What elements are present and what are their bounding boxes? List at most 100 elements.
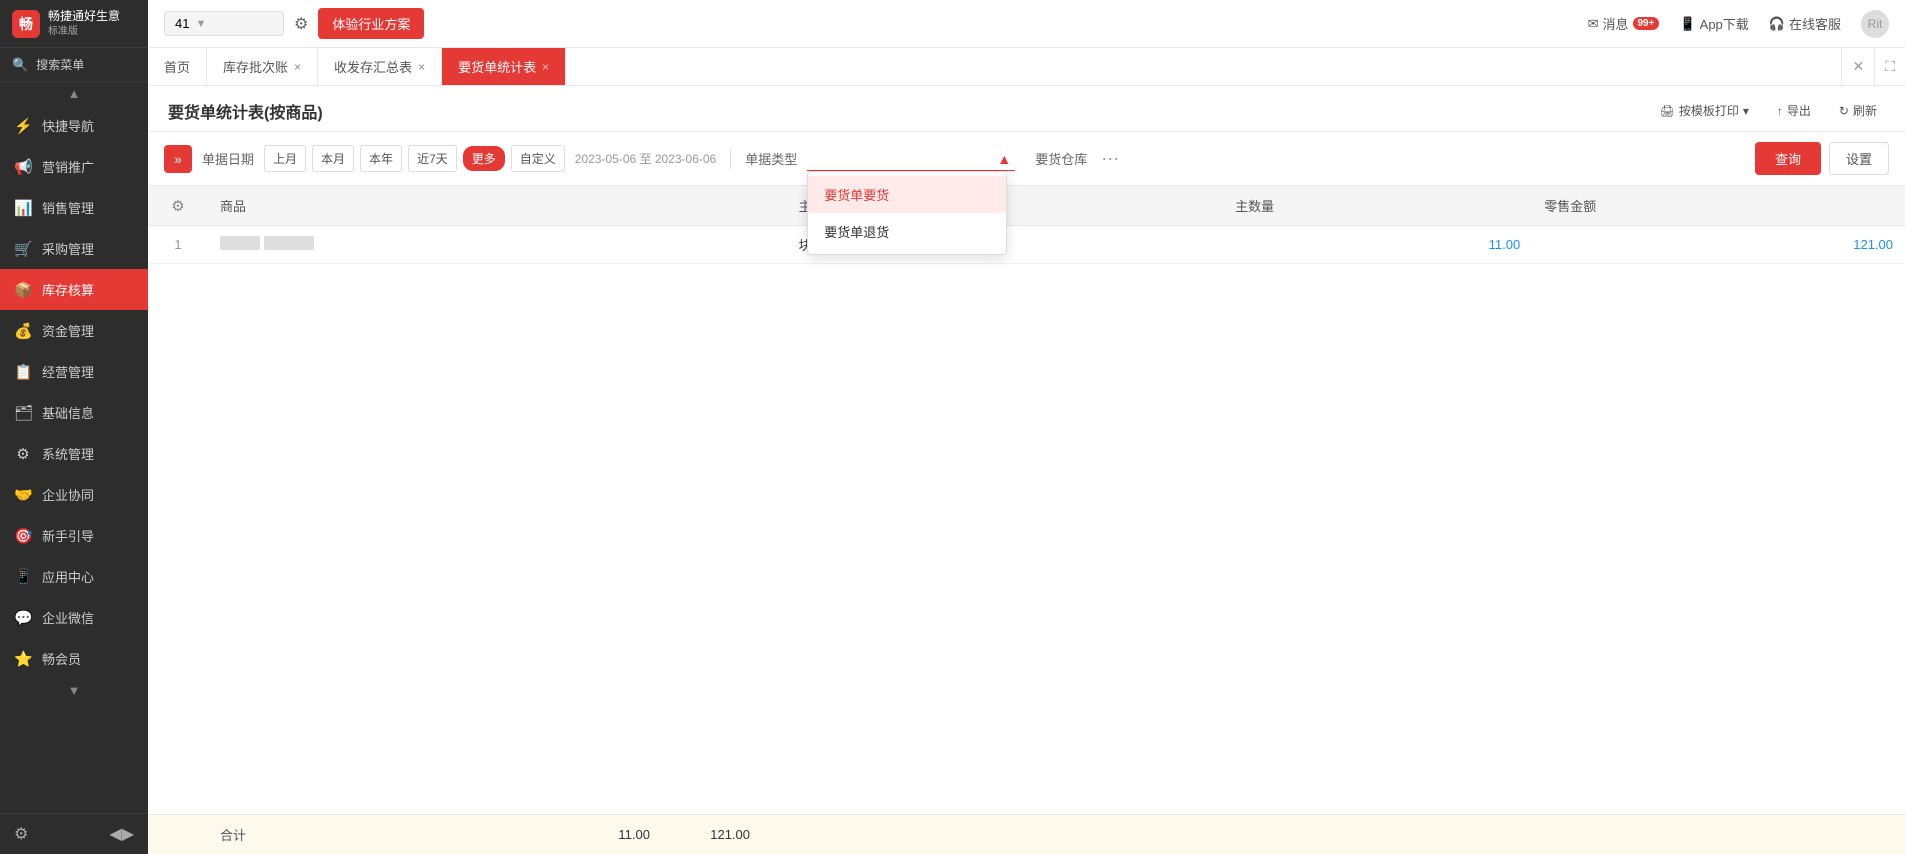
settings-button[interactable]: 设置 xyxy=(1829,142,1889,175)
date-btn-year[interactable]: 本年 xyxy=(360,145,402,172)
date-btn-7days[interactable]: 近7天 xyxy=(408,145,457,172)
settings-icon[interactable]: ⚙ xyxy=(14,824,28,844)
marketing-icon: 📢 xyxy=(14,158,32,176)
sidebar-item-basic-info[interactable]: 🗂 基础信息 xyxy=(0,392,148,433)
filter-date-btns: 上月 本月 本年 近7天 更多 自定义 xyxy=(264,145,565,172)
topbar-settings-icon[interactable]: ⚙ xyxy=(294,14,308,34)
sidebar-item-sales[interactable]: 📊 销售管理 xyxy=(0,187,148,228)
type-dropdown-menu: 要货单要货 要货单退货 xyxy=(807,171,1007,255)
tab-receivable-summary[interactable]: 收发存汇总表 × xyxy=(318,48,442,85)
expand-window-btn[interactable]: ⛶ xyxy=(1874,48,1905,85)
type-dropdown-chevron-icon[interactable]: ▲ xyxy=(997,151,1011,167)
product-placeholder xyxy=(220,236,314,250)
print-template-btn[interactable]: 🖨 按模板打印 ▾ xyxy=(1652,98,1757,123)
messages-btn[interactable]: ✉ 消息 99+ xyxy=(1588,14,1660,33)
type-input-wrapper: ▲ xyxy=(807,147,1015,171)
trial-industry-button[interactable]: 体验行业方案 xyxy=(318,8,424,39)
table-header-row: ⚙ 商品 主计量单位 主数量 零售金额 xyxy=(148,186,1905,226)
col-amount: 零售金额 xyxy=(1532,186,1905,226)
sidebar-item-guide[interactable]: 🎯 新手引导 xyxy=(0,515,148,556)
date-label: 单据日期 xyxy=(202,149,254,168)
finance-icon: 💰 xyxy=(14,322,32,340)
content-area: 要货单统计表(按商品) 🖨 按模板打印 ▾ ↑ 导出 ↻ 刷新 xyxy=(148,86,1905,854)
message-icon: ✉ xyxy=(1588,16,1599,32)
sidebar-logo: 畅 畅捷通好生意 标准版 xyxy=(0,0,148,48)
sidebar-item-inventory[interactable]: 📦 库存核算 xyxy=(0,269,148,310)
sidebar-item-marketing[interactable]: 📢 营销推广 xyxy=(0,146,148,187)
quick-nav-icon: ⚡ xyxy=(14,117,32,135)
page-actions: 🖨 按模板打印 ▾ ↑ 导出 ↻ 刷新 xyxy=(1652,98,1885,123)
dropdown-item-order-return[interactable]: 要货单退货 xyxy=(808,213,1006,250)
filter-more-icon[interactable]: ··· xyxy=(1097,148,1123,169)
total-label: 合计 xyxy=(160,825,490,844)
page-title: 要货单统计表(按商品) xyxy=(168,99,323,123)
headset-icon: 🎧 xyxy=(1769,16,1785,32)
total-amount: 121.00 xyxy=(650,827,750,842)
filter-separator xyxy=(730,149,731,169)
table-footer: 合计 11.00 121.00 xyxy=(148,814,1905,854)
sidebar-item-membership[interactable]: ⭐ 畅会员 xyxy=(0,638,148,679)
company-selector[interactable]: 41 ▼ xyxy=(164,11,284,36)
main-area: 41 ▼ ⚙ 体验行业方案 ✉ 消息 99+ 📱 App下载 🎧 在线客服 Ri… xyxy=(148,0,1905,854)
amount-link[interactable]: 121.00 xyxy=(1853,237,1893,252)
refresh-icon: ↻ xyxy=(1839,104,1849,118)
user-avatar[interactable]: Rit xyxy=(1861,10,1889,38)
tab-home[interactable]: 首页 xyxy=(148,48,207,85)
collapse-sidebar-icon[interactable]: ◀▶ xyxy=(109,824,134,844)
sidebar-item-operations[interactable]: 📋 经营管理 xyxy=(0,351,148,392)
inventory-icon: 📦 xyxy=(14,281,32,299)
row-product xyxy=(208,226,787,264)
close-window-btn[interactable]: ✕ xyxy=(1841,48,1874,85)
sidebar: 畅 畅捷通好生意 标准版 🔍 搜索菜单 ▲ ⚡ 快捷导航 📢 营销推广 📊 销售… xyxy=(0,0,148,854)
sidebar-scroll-up[interactable]: ▲ xyxy=(0,82,148,105)
row-amount: 121.00 xyxy=(1532,226,1905,264)
filter-bar: » 单据日期 上月 本月 本年 近7天 更多 自定义 2023-05-06 至 … xyxy=(148,132,1905,186)
col-qty: 主数量 xyxy=(1223,186,1532,226)
tab-order-summary[interactable]: 要货单统计表 × xyxy=(442,48,566,85)
close-tab-batch-account[interactable]: × xyxy=(294,60,301,74)
enterprise-icon: 🤝 xyxy=(14,486,32,504)
sidebar-item-enterprise[interactable]: 🤝 企业协同 xyxy=(0,474,148,515)
refresh-btn[interactable]: ↻ 刷新 xyxy=(1831,98,1885,123)
qty-link[interactable]: 11.00 xyxy=(1489,237,1521,252)
sidebar-search[interactable]: 🔍 搜索菜单 xyxy=(0,48,148,82)
dropdown-item-order-goods[interactable]: 要货单要货 xyxy=(808,176,1006,213)
sidebar-footer: ⚙ ◀▶ xyxy=(0,813,148,854)
table-head: ⚙ 商品 主计量单位 主数量 零售金额 xyxy=(148,186,1905,226)
export-btn[interactable]: ↑ 导出 xyxy=(1769,98,1819,123)
date-btn-custom[interactable]: 自定义 xyxy=(511,145,565,172)
close-tab-order-summary[interactable]: × xyxy=(542,60,549,74)
sidebar-item-system[interactable]: ⚙ 系统管理 xyxy=(0,433,148,474)
filter-expand-btn[interactable]: » xyxy=(164,145,192,173)
placeholder-block-2 xyxy=(264,236,314,250)
print-icon: 🖨 xyxy=(1660,104,1675,118)
warehouse-label: 要货仓库 xyxy=(1035,149,1087,168)
type-input[interactable] xyxy=(807,147,1015,171)
close-tab-receivable-summary[interactable]: × xyxy=(418,60,425,74)
col-gear[interactable]: ⚙ xyxy=(148,186,208,226)
sidebar-item-quick-nav[interactable]: ⚡ 快捷导航 xyxy=(0,105,148,146)
sidebar-item-app-center[interactable]: 📱 应用中心 xyxy=(0,556,148,597)
topbar: 41 ▼ ⚙ 体验行业方案 ✉ 消息 99+ 📱 App下载 🎧 在线客服 Ri… xyxy=(148,0,1905,48)
sales-icon: 📊 xyxy=(14,199,32,217)
tab-batch-account[interactable]: 库存批次账 × xyxy=(207,48,318,85)
table-row: 1 块 11.00 121.00 xyxy=(148,226,1905,264)
system-icon: ⚙ xyxy=(14,445,32,463)
date-btn-more[interactable]: 更多 xyxy=(463,146,505,171)
app-download-btn[interactable]: 📱 App下载 xyxy=(1679,14,1748,33)
basic-info-icon: 🗂 xyxy=(14,404,32,422)
wechat-icon: 💬 xyxy=(14,609,32,627)
app-center-icon: 📱 xyxy=(14,568,32,586)
query-button[interactable]: 查询 xyxy=(1755,142,1821,175)
online-service-btn[interactable]: 🎧 在线客服 xyxy=(1769,14,1841,33)
sidebar-item-finance[interactable]: 💰 资金管理 xyxy=(0,310,148,351)
sidebar-scroll-down[interactable]: ▼ xyxy=(0,679,148,702)
column-settings-icon[interactable]: ⚙ xyxy=(171,198,184,215)
logo-text: 畅捷通好生意 标准版 xyxy=(48,9,120,38)
export-icon: ↑ xyxy=(1777,104,1783,118)
type-label: 单据类型 xyxy=(745,149,797,168)
date-btn-current[interactable]: 本月 xyxy=(312,145,354,172)
date-btn-up[interactable]: 上月 xyxy=(264,145,306,172)
sidebar-item-wechat[interactable]: 💬 企业微信 xyxy=(0,597,148,638)
sidebar-item-purchase[interactable]: 🛒 采购管理 xyxy=(0,228,148,269)
